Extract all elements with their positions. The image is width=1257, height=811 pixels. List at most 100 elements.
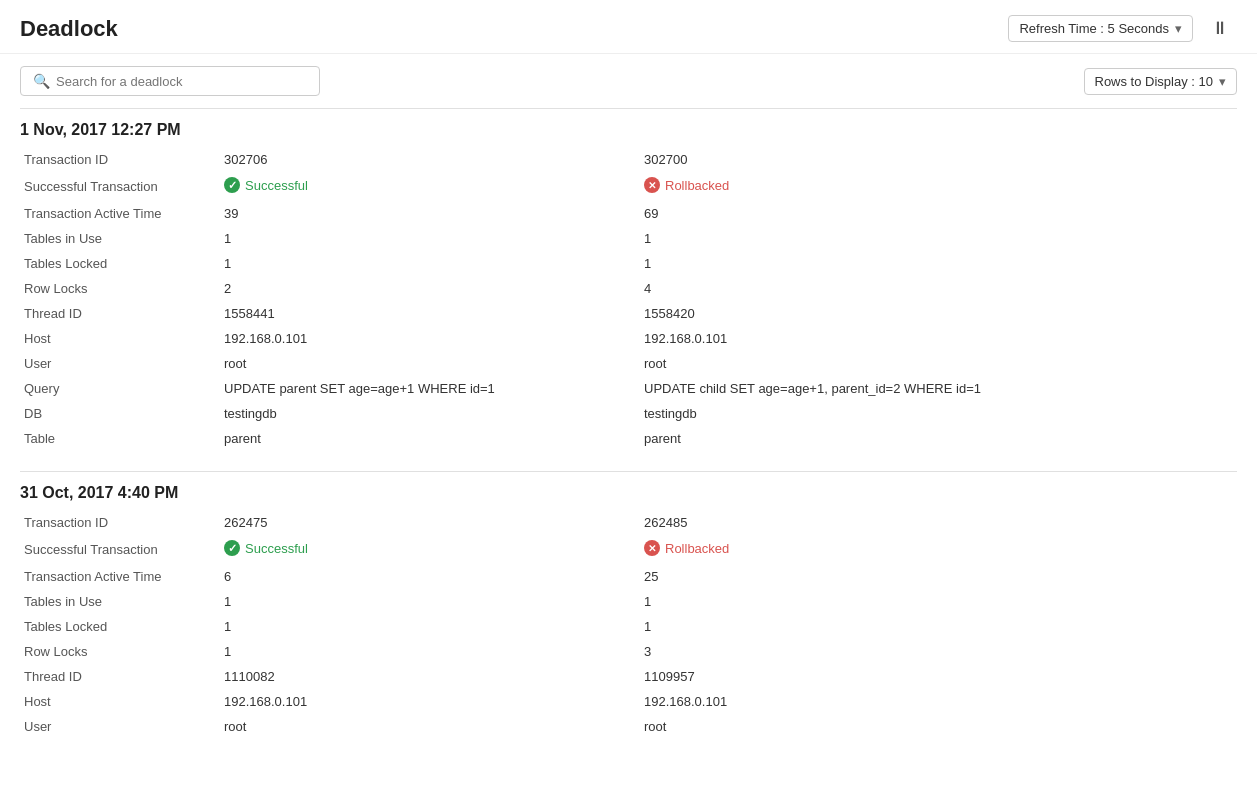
row-label: Transaction Active Time xyxy=(20,201,220,226)
success-icon xyxy=(224,540,240,556)
row-value-1: root xyxy=(220,714,640,739)
row-label: Transaction Active Time xyxy=(20,564,220,589)
row-label: Host xyxy=(20,689,220,714)
row-value-1: 1 xyxy=(220,226,640,251)
table-row: DBtestingdbtestingdb xyxy=(20,401,1237,426)
row-value-2: Rollbacked xyxy=(640,535,1237,564)
refresh-time-dropdown[interactable]: Refresh Time : 5 Seconds ▾ xyxy=(1008,15,1193,42)
search-icon: 🔍 xyxy=(33,73,50,89)
deadlock-list: 1 Nov, 2017 12:27 PM Transaction ID 302706… xyxy=(0,108,1257,759)
row-value-2: 69 xyxy=(640,201,1237,226)
row-value-1: 1 xyxy=(220,251,640,276)
chevron-down-icon: ▾ xyxy=(1175,21,1182,36)
row-value-2: 25 xyxy=(640,564,1237,589)
row-value-1: Successful xyxy=(220,535,640,564)
row-value-1: 2 xyxy=(220,276,640,301)
page-title: Deadlock xyxy=(20,16,118,42)
status-label: Successful xyxy=(245,541,308,556)
row-value-2: 192.168.0.101 xyxy=(640,326,1237,351)
deadlock-date-0: 1 Nov, 2017 12:27 PM xyxy=(20,108,1237,147)
status-badge: Rollbacked xyxy=(644,540,729,556)
row-label: Successful Transaction xyxy=(20,172,220,201)
row-value-2: 4 xyxy=(640,276,1237,301)
header-controls: Refresh Time : 5 Seconds ▾ ⏸ xyxy=(1008,14,1237,43)
row-value-2: root xyxy=(640,351,1237,376)
table-row: Tableparentparent xyxy=(20,426,1237,451)
status-badge: Successful xyxy=(224,177,308,193)
row-value-2: 3 xyxy=(640,639,1237,664)
row-label: Row Locks xyxy=(20,639,220,664)
row-value-1: root xyxy=(220,351,640,376)
table-row: Successful Transaction Successful Rollback… xyxy=(20,172,1237,201)
table-row: Tables Locked11 xyxy=(20,614,1237,639)
status-label: Successful xyxy=(245,178,308,193)
row-value-1: 302706 xyxy=(220,147,640,172)
chevron-down-icon: ▾ xyxy=(1219,74,1226,89)
table-row: Host192.168.0.101192.168.0.101 xyxy=(20,326,1237,351)
rows-display-label: Rows to Display : 10 xyxy=(1095,74,1214,89)
table-row: Row Locks13 xyxy=(20,639,1237,664)
row-label: Tables Locked xyxy=(20,614,220,639)
row-label: Tables Locked xyxy=(20,251,220,276)
row-label: Thread ID xyxy=(20,301,220,326)
row-value-1: 1558441 xyxy=(220,301,640,326)
row-value-1: 1110082 xyxy=(220,664,640,689)
row-value-2: 1558420 xyxy=(640,301,1237,326)
table-row: QueryUPDATE parent SET age=age+1 WHERE i… xyxy=(20,376,1237,401)
row-label: User xyxy=(20,714,220,739)
row-value-2: 1 xyxy=(640,251,1237,276)
row-label: Host xyxy=(20,326,220,351)
table-row: Userrootroot xyxy=(20,351,1237,376)
row-value-2: 1 xyxy=(640,226,1237,251)
table-row: Tables in Use11 xyxy=(20,589,1237,614)
row-label: DB xyxy=(20,401,220,426)
search-box[interactable]: 🔍 xyxy=(20,66,320,96)
row-value-2: UPDATE child SET age=age+1, parent_id=2 … xyxy=(640,376,1237,401)
status-badge: Successful xyxy=(224,540,308,556)
row-label: Transaction ID xyxy=(20,510,220,535)
row-value-2: parent xyxy=(640,426,1237,451)
rows-to-display-dropdown[interactable]: Rows to Display : 10 ▾ xyxy=(1084,68,1238,95)
row-label: Tables in Use xyxy=(20,226,220,251)
success-icon xyxy=(224,177,240,193)
table-row: Tables Locked11 xyxy=(20,251,1237,276)
row-value-1: UPDATE parent SET age=age+1 WHERE id=1 xyxy=(220,376,640,401)
table-row: Userrootroot xyxy=(20,714,1237,739)
deadlock-table-0: Transaction ID302706302700Successful Tra… xyxy=(20,147,1237,451)
table-row: Row Locks24 xyxy=(20,276,1237,301)
row-value-1: 1 xyxy=(220,589,640,614)
refresh-time-label: Refresh Time : 5 Seconds xyxy=(1019,21,1169,36)
row-value-1: Successful xyxy=(220,172,640,201)
row-label: User xyxy=(20,351,220,376)
row-label: Query xyxy=(20,376,220,401)
row-value-1: 39 xyxy=(220,201,640,226)
row-value-2: 262485 xyxy=(640,510,1237,535)
pause-button[interactable]: ⏸ xyxy=(1203,14,1237,43)
row-value-2: testingdb xyxy=(640,401,1237,426)
row-value-1: 262475 xyxy=(220,510,640,535)
row-value-1: 1 xyxy=(220,614,640,639)
table-row: Tables in Use11 xyxy=(20,226,1237,251)
row-value-1: 192.168.0.101 xyxy=(220,326,640,351)
row-label: Tables in Use xyxy=(20,589,220,614)
row-value-1: 192.168.0.101 xyxy=(220,689,640,714)
row-label: Successful Transaction xyxy=(20,535,220,564)
status-badge: Rollbacked xyxy=(644,177,729,193)
table-row: Thread ID11100821109957 xyxy=(20,664,1237,689)
deadlock-section-1: 31 Oct, 2017 4:40 PMTransaction ID262475… xyxy=(0,471,1257,759)
search-input[interactable] xyxy=(56,74,307,89)
table-row: Transaction Active Time625 xyxy=(20,564,1237,589)
table-row: Successful Transaction Successful Rollback… xyxy=(20,535,1237,564)
deadlock-section-0: 1 Nov, 2017 12:27 PMTransaction ID302706… xyxy=(0,108,1257,471)
row-value-2: 1 xyxy=(640,589,1237,614)
row-value-1: parent xyxy=(220,426,640,451)
table-row: Transaction ID262475262485 xyxy=(20,510,1237,535)
row-value-2: 1 xyxy=(640,614,1237,639)
row-label: Thread ID xyxy=(20,664,220,689)
row-value-2: 302700 xyxy=(640,147,1237,172)
row-value-2: 1109957 xyxy=(640,664,1237,689)
row-value-2: Rollbacked xyxy=(640,172,1237,201)
status-label: Rollbacked xyxy=(665,178,729,193)
row-label: Table xyxy=(20,426,220,451)
toolbar: 🔍 Rows to Display : 10 ▾ xyxy=(0,54,1257,108)
